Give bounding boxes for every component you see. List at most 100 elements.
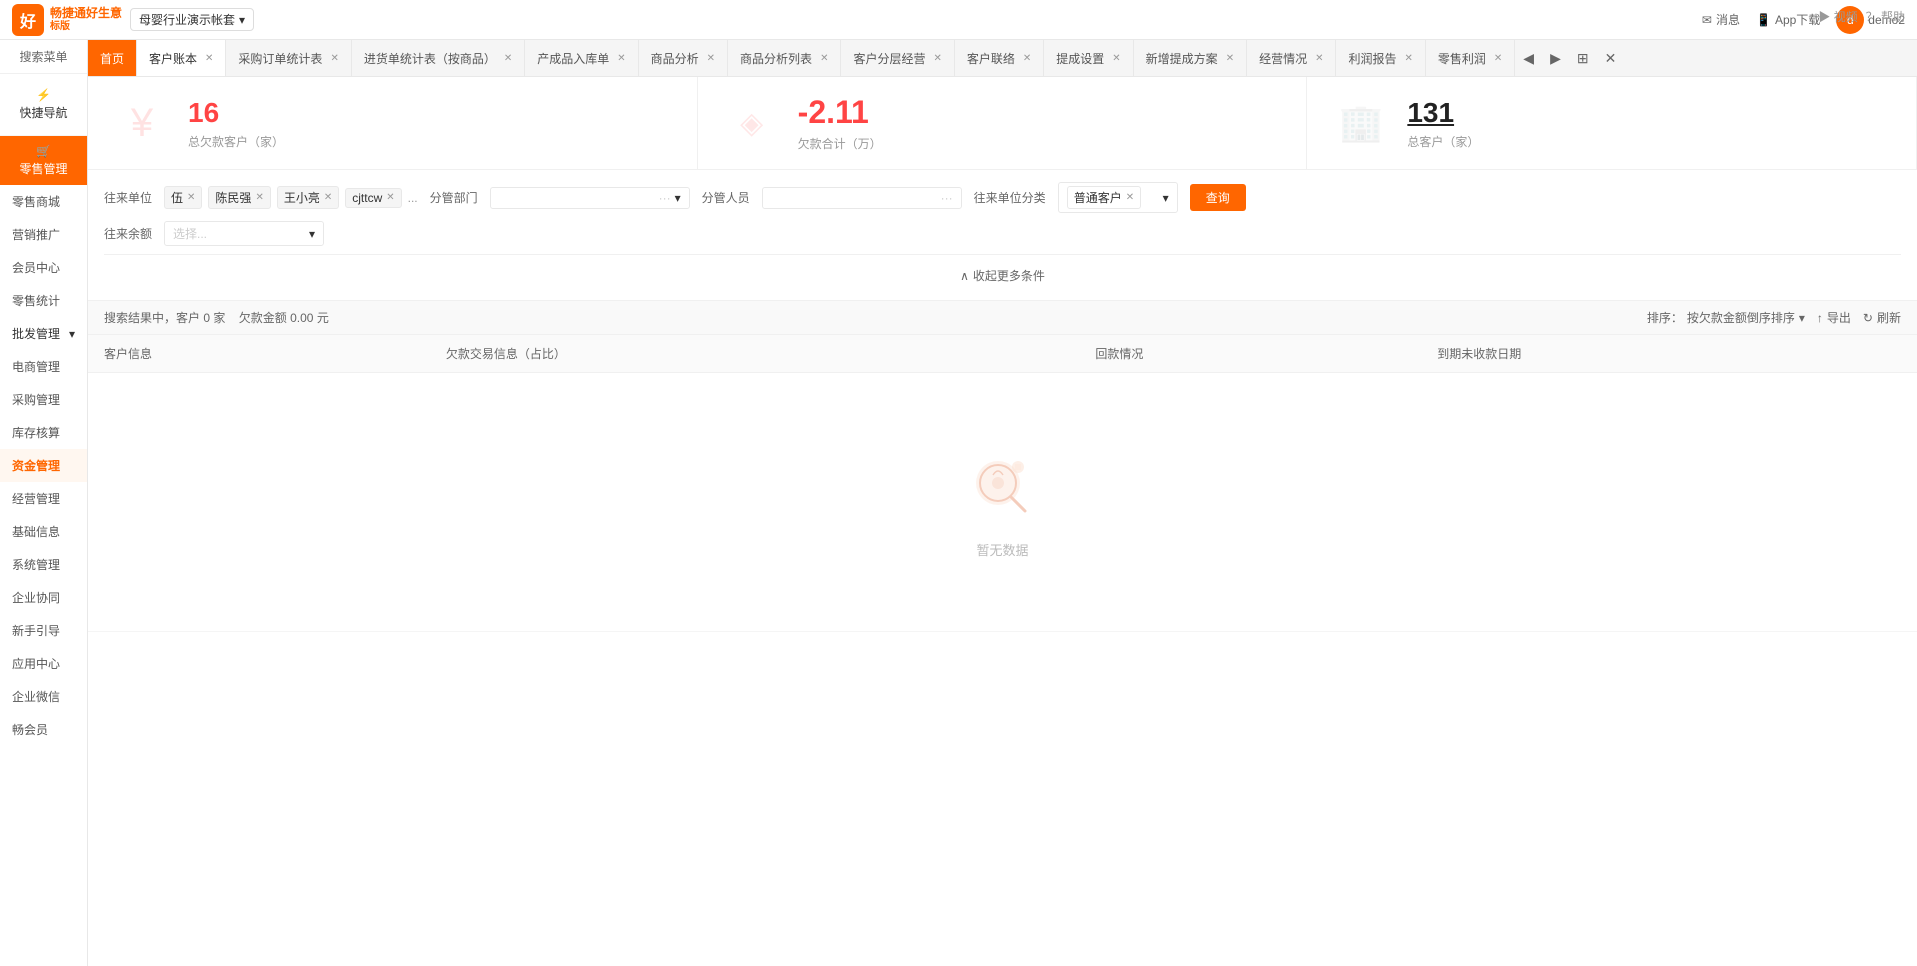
tab-customer-contact[interactable]: 客户联络 ✕ bbox=[955, 40, 1044, 76]
business-mgmt-label: 经营管理 bbox=[12, 492, 60, 506]
export-button[interactable]: ↑ 导出 bbox=[1817, 309, 1851, 326]
balance-chevron-icon: ▾ bbox=[309, 227, 315, 241]
sidebar-search-label[interactable]: 搜索菜单 bbox=[19, 50, 67, 64]
tab-close-goods-analysis[interactable]: ✕ bbox=[707, 53, 715, 64]
company-name: 母婴行业演示帐套 bbox=[139, 11, 235, 28]
logo-text: 畅捷通好生意 bbox=[50, 6, 122, 20]
sidebar-item-quick-nav[interactable]: ⚡ 快捷导航 bbox=[0, 80, 87, 129]
tab-close-customer-account[interactable]: ✕ bbox=[205, 53, 213, 64]
sidebar-item-enterprise-coop[interactable]: 企业协同 bbox=[0, 581, 87, 614]
sidebar-item-wholesale[interactable]: 批发管理 ▾ bbox=[0, 317, 87, 350]
tab-goods-analysis[interactable]: 商品分析 ✕ bbox=[639, 40, 728, 76]
tab-product-instock[interactable]: 产成品入库单 ✕ bbox=[525, 40, 638, 76]
tab-instock-stats[interactable]: 进货单统计表（按商品） ✕ bbox=[352, 40, 525, 76]
tab-nav-expand[interactable]: ⊞ bbox=[1569, 40, 1597, 76]
sidebar-item-ecommerce[interactable]: 电商管理 bbox=[0, 350, 87, 383]
tab-close-all[interactable]: ✕ bbox=[1597, 40, 1625, 76]
empty-text: 暂无数据 bbox=[976, 540, 1028, 559]
tab-close-reminder-settings[interactable]: ✕ bbox=[1112, 53, 1120, 64]
filter-tag-wu-close[interactable]: ✕ bbox=[187, 192, 195, 203]
tab-close-retail-profit[interactable]: ✕ bbox=[1494, 53, 1502, 64]
filter-tag-wang-close[interactable]: ✕ bbox=[324, 192, 332, 203]
tab-purchase-order-label: 采购订单统计表 bbox=[238, 50, 322, 67]
collapse-label: 收起更多条件 bbox=[973, 267, 1045, 284]
dept-clear-icon[interactable]: ··· bbox=[659, 191, 671, 205]
filter-tag-wu: 伍 ✕ bbox=[164, 186, 202, 209]
balance-filter-select[interactable]: 选择... ▾ bbox=[164, 221, 324, 246]
unit-category-select[interactable]: 普通客户 ✕ ▾ bbox=[1058, 182, 1178, 213]
tab-business-status[interactable]: 经营情况 ✕ bbox=[1247, 40, 1336, 76]
tab-customer-segment[interactable]: 客户分层经营 ✕ bbox=[841, 40, 954, 76]
data-table: 客户信息 欠款交易信息（占比） 回款情况 到期未收款日期 bbox=[88, 335, 1917, 632]
app-center-label: 应用中心 bbox=[12, 657, 60, 671]
dept-chevron-icon: ▾ bbox=[675, 191, 681, 205]
tab-close-product-instock[interactable]: ✕ bbox=[617, 53, 625, 64]
filter-tag-normal-close[interactable]: ✕ bbox=[1126, 192, 1134, 203]
sidebar-item-vip-member[interactable]: 畅会员 bbox=[0, 713, 87, 746]
sidebar-item-finance[interactable]: 资金管理 bbox=[0, 449, 87, 482]
sidebar-item-app-center[interactable]: 应用中心 bbox=[0, 647, 87, 680]
refresh-button[interactable]: ↻ 刷新 bbox=[1863, 309, 1901, 326]
sidebar-item-marketing[interactable]: 营销推广 bbox=[0, 218, 87, 251]
tab-nav-prev[interactable]: ◀ bbox=[1515, 40, 1542, 76]
tab-close-instock-stats[interactable]: ✕ bbox=[504, 53, 512, 64]
sidebar-item-inventory[interactable]: 库存核算 bbox=[0, 416, 87, 449]
quick-nav-section: ⚡ 快捷导航 bbox=[0, 74, 87, 136]
collapse-button[interactable]: ∧ 收起更多条件 bbox=[956, 263, 1049, 288]
sidebar-item-business-mgmt[interactable]: 经营管理 bbox=[0, 482, 87, 515]
tab-new-reminder[interactable]: 新增提成方案 ✕ bbox=[1134, 40, 1247, 76]
tab-product-instock-label: 产成品入库单 bbox=[537, 50, 609, 67]
filter-tag-chen: 陈民强 ✕ bbox=[208, 186, 270, 209]
dept-filter-select[interactable]: ··· ▾ bbox=[490, 187, 690, 209]
sort-selector[interactable]: 排序： 按欠款金额倒序排序 ▾ bbox=[1647, 309, 1805, 326]
tab-close-goods-analysis-list[interactable]: ✕ bbox=[820, 53, 828, 64]
filter-tag-chen-close[interactable]: ✕ bbox=[255, 192, 263, 203]
chevron-icon: ▾ bbox=[69, 327, 75, 341]
tab-close-purchase-order[interactable]: ✕ bbox=[330, 53, 338, 64]
tab-close-customer-contact[interactable]: ✕ bbox=[1023, 53, 1031, 64]
filter-row-2: 往来余额 选择... ▾ bbox=[104, 221, 1901, 246]
result-bar: 搜索结果中，客户 0 家 欠款金额 0.00 元 排序： 按欠款金额倒序排序 ▾ bbox=[88, 301, 1917, 335]
sidebar-item-purchase[interactable]: 采购管理 bbox=[0, 383, 87, 416]
filter-tag-cjttcw-close[interactable]: ✕ bbox=[386, 192, 394, 203]
sidebar-item-retail-shop[interactable]: 零售商城 bbox=[0, 185, 87, 218]
sidebar-item-member[interactable]: 会员中心 bbox=[0, 251, 87, 284]
tab-nav-next[interactable]: ▶ bbox=[1542, 40, 1569, 76]
overdue-customers-value: 16 bbox=[188, 97, 284, 129]
sidebar-item-basic-info[interactable]: 基础信息 bbox=[0, 515, 87, 548]
filter-tag-wang: 王小亮 ✕ bbox=[277, 186, 339, 209]
enterprise-wechat-label: 企业微信 bbox=[12, 690, 60, 704]
tab-close-customer-segment[interactable]: ✕ bbox=[933, 53, 941, 64]
retail-icon: 🛒 bbox=[36, 144, 51, 158]
sidebar-item-enterprise-wechat[interactable]: 企业微信 bbox=[0, 680, 87, 713]
tab-purchase-order[interactable]: 采购订单统计表 ✕ bbox=[226, 40, 351, 76]
tab-retail-profit[interactable]: 零售利润 ✕ bbox=[1426, 40, 1515, 76]
query-button[interactable]: 查询 bbox=[1190, 184, 1246, 211]
company-selector[interactable]: 母婴行业演示帐套 ▾ bbox=[130, 8, 254, 31]
tab-close-business-status[interactable]: ✕ bbox=[1315, 53, 1323, 64]
balance-placeholder: 选择... bbox=[173, 225, 207, 242]
result-actions: 排序： 按欠款金额倒序排序 ▾ ↑ 导出 ↻ 刷新 bbox=[1647, 309, 1901, 326]
stat-card-total-customers: 🏢 131 总客户（家） bbox=[1307, 77, 1917, 169]
person-more-icon[interactable]: ··· bbox=[941, 191, 953, 205]
message-button[interactable]: ✉ 消息 bbox=[1702, 11, 1740, 28]
tab-close-profit-report[interactable]: ✕ bbox=[1405, 53, 1413, 64]
new-guide-label: 新手引导 bbox=[12, 624, 60, 638]
tab-goods-analysis-list[interactable]: 商品分析列表 ✕ bbox=[728, 40, 841, 76]
tab-reminder-settings[interactable]: 提成设置 ✕ bbox=[1044, 40, 1133, 76]
tab-profit-report[interactable]: 利润报告 ✕ bbox=[1336, 40, 1425, 76]
sidebar-search-area[interactable]: 搜索菜单 bbox=[0, 40, 87, 74]
person-filter-select[interactable]: ··· bbox=[762, 187, 962, 209]
chevron-down-icon: ▾ bbox=[239, 13, 245, 27]
tab-customer-account[interactable]: 客户账本 ✕ bbox=[137, 40, 226, 76]
tab-bar: 首页 客户账本 ✕ 采购订单统计表 ✕ 进货单统计表（按商品） ✕ 产成品入库单… bbox=[88, 40, 1917, 77]
tab-home[interactable]: 首页 bbox=[88, 40, 137, 76]
sidebar-item-sys-mgmt[interactable]: 系统管理 bbox=[0, 548, 87, 581]
sidebar-item-retail-stats[interactable]: 零售统计 bbox=[0, 284, 87, 317]
tab-close-new-reminder[interactable]: ✕ bbox=[1226, 53, 1234, 64]
app-download-button[interactable]: 📱 App下载 bbox=[1756, 11, 1820, 28]
filter-more-btn[interactable]: ... bbox=[408, 191, 418, 205]
overdue-amount: 0.00 bbox=[290, 311, 313, 325]
sidebar-item-new-guide[interactable]: 新手引导 bbox=[0, 614, 87, 647]
sidebar-item-retail[interactable]: 🛒 零售管理 bbox=[0, 136, 87, 185]
